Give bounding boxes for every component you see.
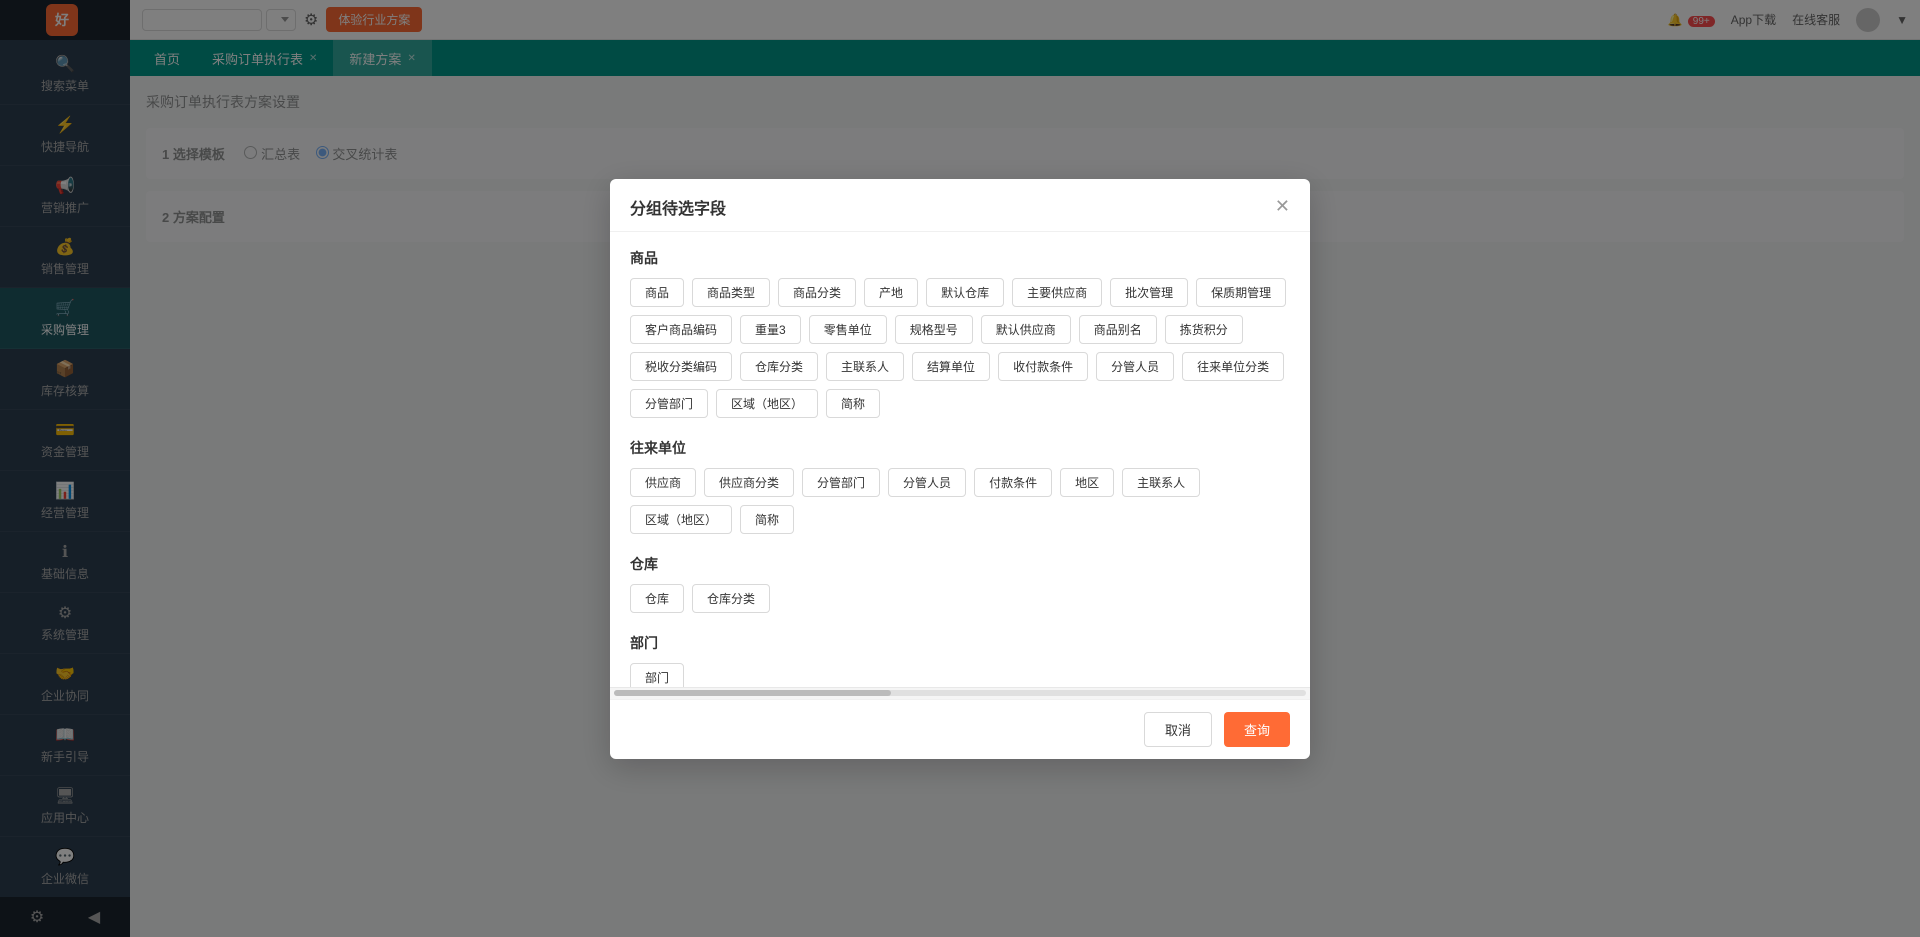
field-tag-goods-11[interactable]: 规格型号 (895, 315, 973, 344)
field-tag-goods-9[interactable]: 重量3 (740, 315, 801, 344)
field-tag-goods-23[interactable]: 区域（地区） (716, 389, 818, 418)
modal-hscrollbar[interactable] (610, 687, 1310, 699)
field-tag-department-0[interactable]: 部门 (630, 663, 684, 687)
field-tag-partners-1[interactable]: 供应商分类 (704, 468, 794, 497)
field-tag-goods-2[interactable]: 商品分类 (778, 278, 856, 307)
modal-header: 分组待选字段 ✕ (610, 179, 1310, 232)
field-tag-partners-7[interactable]: 区域（地区） (630, 505, 732, 534)
field-tag-goods-15[interactable]: 税收分类编码 (630, 352, 732, 381)
field-tag-partners-6[interactable]: 主联系人 (1122, 468, 1200, 497)
section-title-department: 部门 (630, 633, 1290, 653)
section-warehouse: 仓库仓库仓库分类 (630, 554, 1290, 613)
field-tag-warehouse-0[interactable]: 仓库 (630, 584, 684, 613)
field-tag-goods-16[interactable]: 仓库分类 (740, 352, 818, 381)
field-tag-goods-5[interactable]: 主要供应商 (1012, 278, 1102, 307)
field-tag-goods-12[interactable]: 默认供应商 (981, 315, 1071, 344)
field-tag-partners-8[interactable]: 简称 (740, 505, 794, 534)
hscroll-thumb (614, 690, 891, 696)
modal-cancel-btn[interactable]: 取消 (1144, 712, 1212, 747)
field-tags-warehouse: 仓库仓库分类 (630, 584, 1290, 613)
field-tag-partners-4[interactable]: 付款条件 (974, 468, 1052, 497)
field-tag-goods-20[interactable]: 分管人员 (1096, 352, 1174, 381)
field-tags-goods: 商品商品类型商品分类产地默认仓库主要供应商批次管理保质期管理客户商品编码重量3 零… (630, 278, 1290, 418)
field-tag-goods-18[interactable]: 结算单位 (912, 352, 990, 381)
modal-overlay: 分组待选字段 ✕ 商品商品商品类型商品分类产地默认仓库主要供应商批次管理保质期管… (0, 0, 1920, 937)
section-partners: 往来单位供应商供应商分类分管部门分管人员付款条件地区主联系人区域（地区） 简称 (630, 438, 1290, 534)
modal-body: 商品商品商品类型商品分类产地默认仓库主要供应商批次管理保质期管理客户商品编码重量… (610, 232, 1310, 687)
modal-dialog: 分组待选字段 ✕ 商品商品商品类型商品分类产地默认仓库主要供应商批次管理保质期管… (610, 179, 1310, 759)
field-tag-goods-6[interactable]: 批次管理 (1110, 278, 1188, 307)
field-tag-goods-10[interactable]: 零售单位 (809, 315, 887, 344)
field-tag-goods-1[interactable]: 商品类型 (692, 278, 770, 307)
field-tag-partners-5[interactable]: 地区 (1060, 468, 1114, 497)
modal-title: 分组待选字段 (630, 195, 726, 219)
section-title-partners: 往来单位 (630, 438, 1290, 458)
field-tag-goods-22[interactable]: 分管部门 (630, 389, 708, 418)
field-tag-goods-7[interactable]: 保质期管理 (1196, 278, 1286, 307)
field-tag-goods-3[interactable]: 产地 (864, 278, 918, 307)
field-tag-goods-24[interactable]: 简称 (826, 389, 880, 418)
section-department: 部门部门 (630, 633, 1290, 687)
field-tag-partners-3[interactable]: 分管人员 (888, 468, 966, 497)
section-title-goods: 商品 (630, 248, 1290, 268)
modal-footer: 取消 查询 (610, 699, 1310, 759)
field-tag-goods-8[interactable]: 客户商品编码 (630, 315, 732, 344)
field-tag-partners-0[interactable]: 供应商 (630, 468, 696, 497)
field-tags-department: 部门 (630, 663, 1290, 687)
field-tag-goods-0[interactable]: 商品 (630, 278, 684, 307)
section-title-warehouse: 仓库 (630, 554, 1290, 574)
field-tag-goods-13[interactable]: 商品别名 (1079, 315, 1157, 344)
field-tag-partners-2[interactable]: 分管部门 (802, 468, 880, 497)
modal-close-btn[interactable]: ✕ (1275, 196, 1290, 217)
field-tag-goods-21[interactable]: 往来单位分类 (1182, 352, 1284, 381)
field-tag-goods-14[interactable]: 拣货积分 (1165, 315, 1243, 344)
field-tag-goods-17[interactable]: 主联系人 (826, 352, 904, 381)
field-tags-partners: 供应商供应商分类分管部门分管人员付款条件地区主联系人区域（地区） 简称 (630, 468, 1290, 534)
section-goods: 商品商品商品类型商品分类产地默认仓库主要供应商批次管理保质期管理客户商品编码重量… (630, 248, 1290, 418)
field-tag-warehouse-1[interactable]: 仓库分类 (692, 584, 770, 613)
field-tag-goods-4[interactable]: 默认仓库 (926, 278, 1004, 307)
field-tag-goods-19[interactable]: 收付款条件 (998, 352, 1088, 381)
modal-confirm-btn[interactable]: 查询 (1224, 712, 1290, 747)
hscroll-track (614, 690, 1306, 696)
